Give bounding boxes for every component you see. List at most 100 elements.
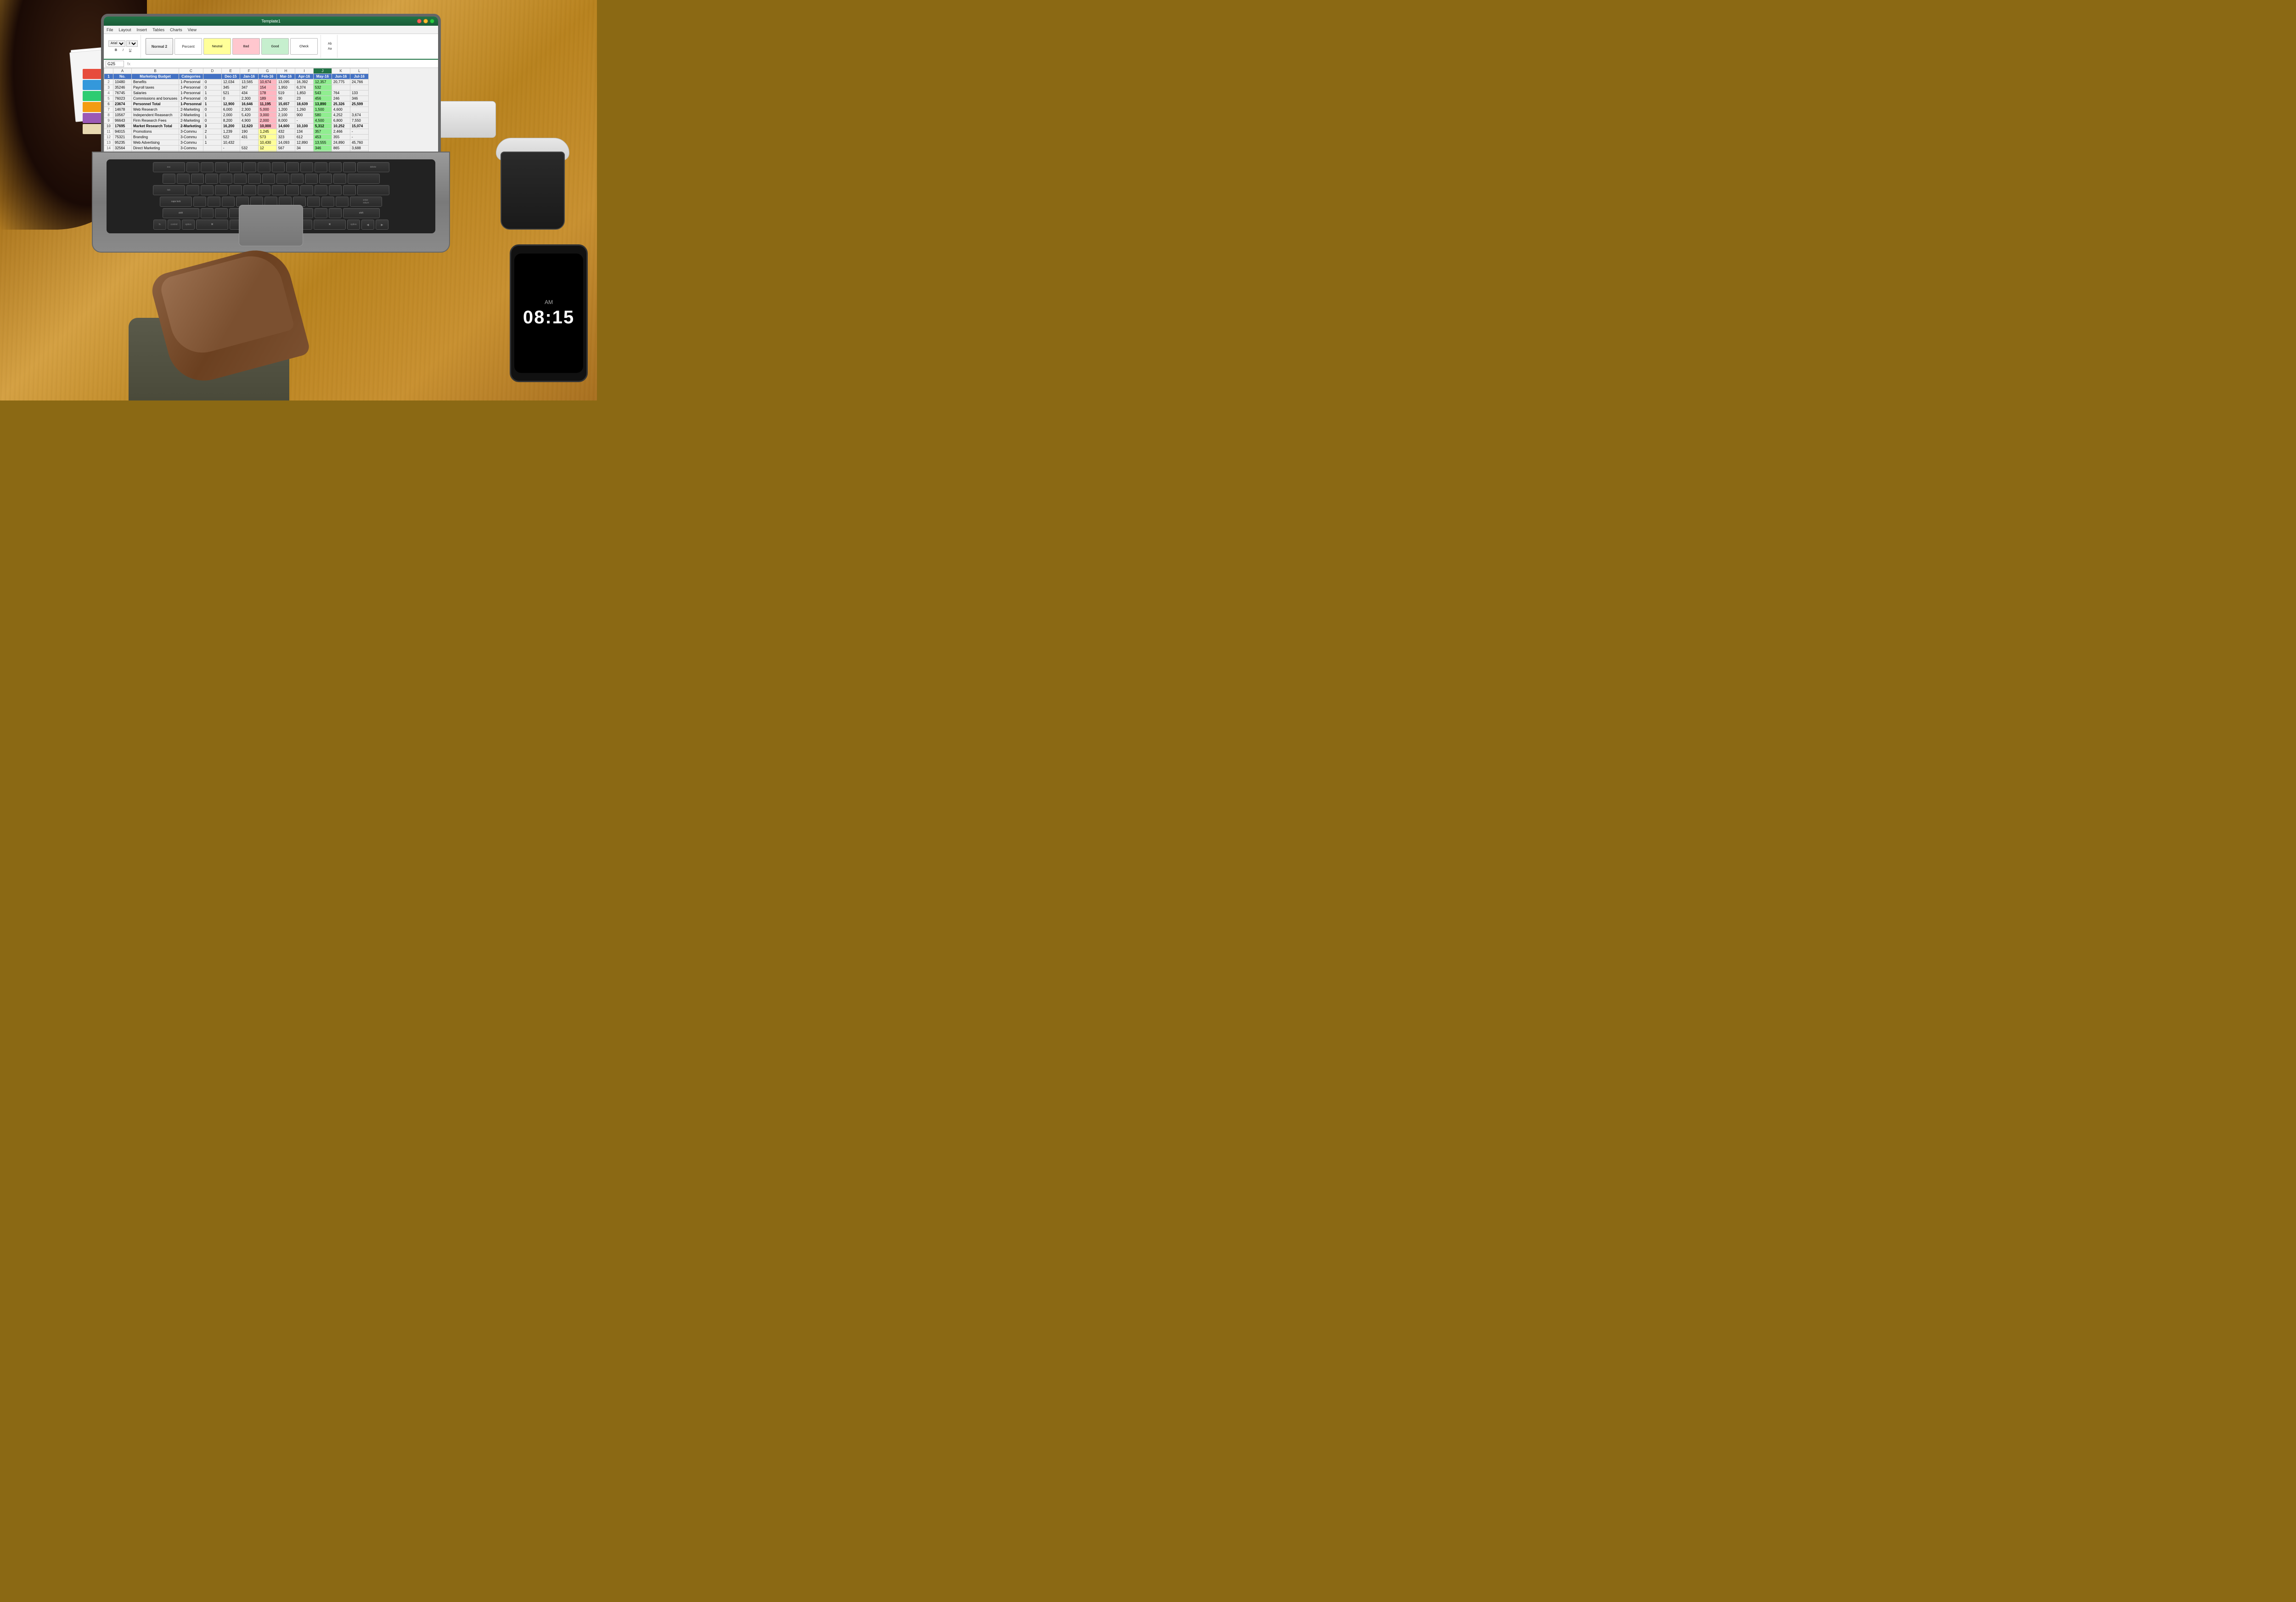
key-a[interactable]: [193, 197, 206, 207]
cell-a4[interactable]: 76745: [113, 90, 132, 96]
cell-i5[interactable]: 23: [295, 96, 313, 102]
cell-g9[interactable]: 2,000: [258, 118, 276, 124]
cell-e9[interactable]: 8,200: [221, 118, 240, 124]
cell-b3[interactable]: Payroll taxes: [132, 85, 179, 90]
col-header-h[interactable]: H: [276, 68, 295, 74]
cell-f2[interactable]: 13,565: [240, 79, 258, 85]
key-8[interactable]: [276, 174, 289, 184]
cell-a10[interactable]: 17695: [113, 124, 132, 129]
good-style[interactable]: Good: [261, 38, 289, 55]
key-minus[interactable]: [319, 174, 332, 184]
cell-l8[interactable]: 3,674: [350, 113, 368, 118]
cell-f11[interactable]: 190: [240, 129, 258, 135]
cell-l12[interactable]: -: [350, 135, 368, 140]
key-arrow-right[interactable]: ►: [376, 220, 388, 230]
cell-c13[interactable]: 3-Commu: [179, 140, 203, 146]
cell-a3[interactable]: 35246: [113, 85, 132, 90]
cell-l13[interactable]: 45,760: [350, 140, 368, 146]
cell-j3[interactable]: 532: [313, 85, 332, 90]
cell-c1[interactable]: Categories: [179, 74, 203, 79]
key-rbracket[interactable]: [343, 185, 356, 195]
cell-l14[interactable]: 3,688: [350, 146, 368, 151]
key-s[interactable]: [208, 197, 220, 207]
cell-b6[interactable]: Personnel Total: [132, 102, 179, 107]
cell-c10[interactable]: 2-Marketing: [179, 124, 203, 129]
cell-f4[interactable]: 434: [240, 90, 258, 96]
format-button[interactable]: Aa: [326, 46, 334, 51]
cell-a13[interactable]: 95235: [113, 140, 132, 146]
cell-j14[interactable]: 346: [313, 146, 332, 151]
percent-style[interactable]: Percent: [174, 38, 202, 55]
key-command-left[interactable]: ⌘: [196, 220, 228, 230]
menu-layout[interactable]: Layout: [119, 28, 131, 32]
cell-e4[interactable]: 521: [221, 90, 240, 96]
key-caps-lock[interactable]: caps lock: [160, 197, 192, 207]
cell-l5[interactable]: 346: [350, 96, 368, 102]
cell-d1[interactable]: [203, 74, 221, 79]
key-r[interactable]: [229, 185, 242, 195]
cell-k8[interactable]: 4,252: [332, 113, 350, 118]
key-9[interactable]: [291, 174, 304, 184]
cell-d13[interactable]: 1: [203, 140, 221, 146]
key-backslash[interactable]: [357, 185, 389, 195]
bold-button[interactable]: B: [113, 48, 119, 53]
key-f5[interactable]: [243, 162, 256, 172]
cell-k14[interactable]: 865: [332, 146, 350, 151]
col-header-k[interactable]: K: [332, 68, 350, 74]
cell-j1[interactable]: May-16: [313, 74, 332, 79]
key-delete[interactable]: delete: [357, 162, 389, 172]
cell-g11[interactable]: 1,245: [258, 129, 276, 135]
menu-file[interactable]: File: [107, 28, 113, 32]
cell-l1[interactable]: Jul-16: [350, 74, 368, 79]
cell-h9[interactable]: 8,000: [276, 118, 295, 124]
key-backspace[interactable]: [348, 174, 380, 184]
underline-button[interactable]: U: [127, 48, 134, 53]
cell-e13[interactable]: 10,432: [221, 140, 240, 146]
cell-a7[interactable]: 14678: [113, 107, 132, 113]
cell-e3[interactable]: 345: [221, 85, 240, 90]
cell-i12[interactable]: 612: [295, 135, 313, 140]
menu-insert[interactable]: Insert: [137, 28, 147, 32]
key-period[interactable]: [315, 208, 327, 218]
cell-i6[interactable]: 18,639: [295, 102, 313, 107]
key-f3[interactable]: [215, 162, 228, 172]
cell-b5[interactable]: Commissions and bonuses: [132, 96, 179, 102]
cell-g5[interactable]: 189: [258, 96, 276, 102]
key-5[interactable]: [234, 174, 247, 184]
cell-h5[interactable]: 90: [276, 96, 295, 102]
cell-g1[interactable]: Feb-16: [258, 74, 276, 79]
cell-g6[interactable]: 11,195: [258, 102, 276, 107]
cell-g4[interactable]: 178: [258, 90, 276, 96]
cell-k3[interactable]: [332, 85, 350, 90]
cell-j9[interactable]: 4,500: [313, 118, 332, 124]
cell-e6[interactable]: 12,900: [221, 102, 240, 107]
key-equals[interactable]: [333, 174, 346, 184]
key-semicolon[interactable]: [321, 197, 334, 207]
cell-d14[interactable]: [203, 146, 221, 151]
cell-c4[interactable]: 1-Personnal: [179, 90, 203, 96]
normal2-style[interactable]: Normal 2: [146, 38, 173, 55]
menu-charts[interactable]: Charts: [170, 28, 182, 32]
cell-c6[interactable]: 1-Personnal: [179, 102, 203, 107]
col-header-d[interactable]: D: [203, 68, 221, 74]
cell-k12[interactable]: 355: [332, 135, 350, 140]
col-header-a[interactable]: A: [113, 68, 132, 74]
key-x[interactable]: [215, 208, 228, 218]
cell-d9[interactable]: 0: [203, 118, 221, 124]
cell-l10[interactable]: 15,074: [350, 124, 368, 129]
key-o[interactable]: [300, 185, 313, 195]
key-3[interactable]: [205, 174, 218, 184]
cell-j10[interactable]: 5,312: [313, 124, 332, 129]
key-control[interactable]: control: [168, 220, 180, 230]
cell-j4[interactable]: 543: [313, 90, 332, 96]
key-esc[interactable]: esc: [153, 162, 185, 172]
cell-a12[interactable]: 75321: [113, 135, 132, 140]
col-header-b[interactable]: B: [132, 68, 179, 74]
cell-i7[interactable]: 1,260: [295, 107, 313, 113]
cell-l2[interactable]: 24,766: [350, 79, 368, 85]
key-f2[interactable]: [201, 162, 214, 172]
cell-c5[interactable]: 1-Personnal: [179, 96, 203, 102]
key-option-left[interactable]: option: [182, 220, 195, 230]
cell-h12[interactable]: 323: [276, 135, 295, 140]
key-q[interactable]: [186, 185, 199, 195]
